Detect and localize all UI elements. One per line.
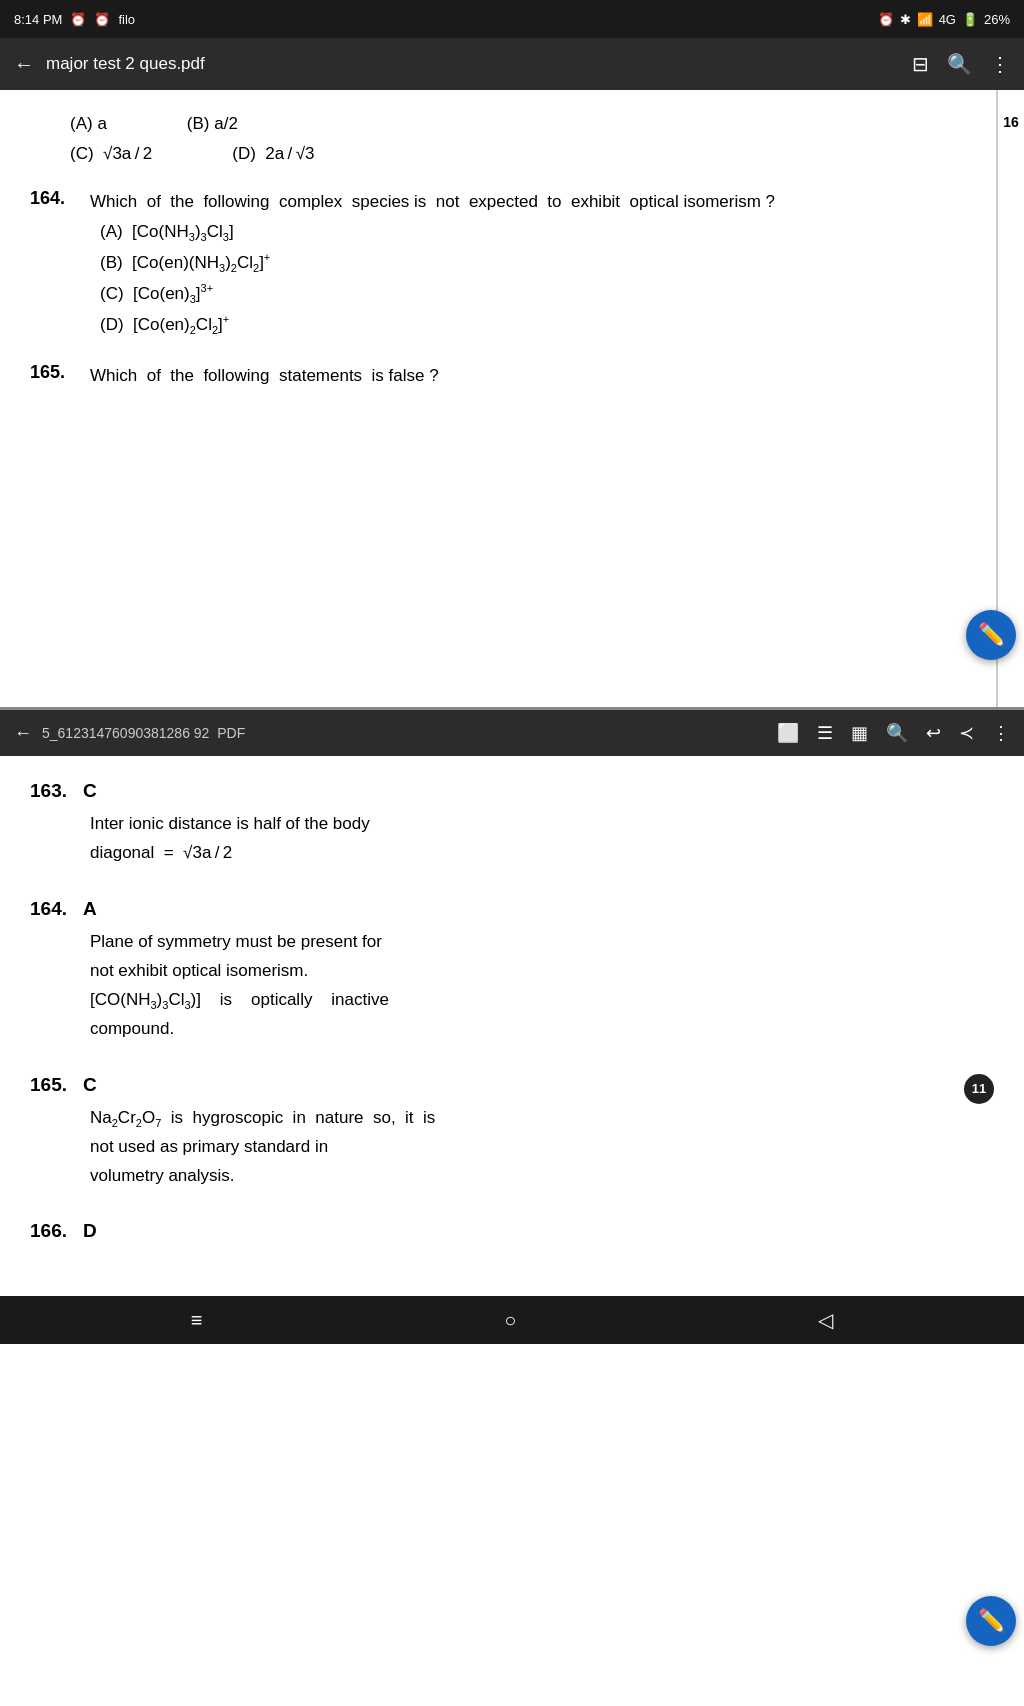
ans164-line4: compound.: [90, 1015, 994, 1044]
q164-opt-b: (B) [Co(en)(NH3)2Cl2]+: [100, 248, 775, 279]
ans163-text: Inter ionic distance is half of the body…: [90, 810, 994, 868]
android-back-button[interactable]: ◁: [818, 1308, 833, 1332]
q165-text: Which of the following statements is fal…: [90, 362, 439, 391]
android-bottom-bar: ≡ ○ ◁: [0, 1296, 1024, 1344]
q164-content: Which of the following complex species i…: [90, 188, 775, 342]
ans165-line2: not used as primary standard in: [90, 1133, 994, 1162]
bnb-icons: ⬜ ☰ ▦ 🔍 ↩ ≺ ⋮: [777, 722, 1010, 744]
bnb-back-icon[interactable]: ←: [14, 723, 32, 744]
ans164-letter: A: [83, 898, 97, 920]
bnb-layout-icon[interactable]: ▦: [851, 722, 868, 744]
answer-164: 164. A Plane of symmetry must be present…: [30, 898, 994, 1044]
grid-icon[interactable]: ⊟: [912, 52, 929, 76]
opt-a-label: (A) a: [70, 114, 107, 134]
q164-opt-d: (D) [Co(en)2Cl2]+: [100, 310, 775, 341]
ans164-line3: [CO(NH3)3Cl3)] is optically inactive: [90, 986, 994, 1015]
ans163-line2: diagonal = √3a / 2: [90, 839, 994, 868]
edit-icon-lower: ✏️: [978, 1608, 1005, 1634]
question-165: 165. Which of the following statements i…: [30, 362, 994, 391]
signal-icon: 📶: [917, 12, 933, 27]
bnb-title: 5_61231476090381286 92 PDF: [42, 725, 767, 741]
alarm2-icon: ⏰: [878, 12, 894, 27]
android-home-button[interactable]: ○: [504, 1309, 516, 1332]
bnb-search-icon[interactable]: 🔍: [886, 722, 908, 744]
q164-number: 164.: [30, 188, 90, 342]
nav-icons: ⊟ 🔍 ⋮: [912, 52, 1010, 76]
status-bar: 8:14 PM ⏰ ⏰ filo ⏰ ✱ 📶 4G 🔋 26%: [0, 0, 1024, 38]
ans164-text: Plane of symmetry must be present for no…: [90, 928, 994, 1044]
opt-d: (D) 2a / √3: [232, 144, 314, 164]
android-menu-button[interactable]: ≡: [191, 1309, 203, 1332]
ans166-letter: D: [83, 1220, 97, 1242]
bnb-undo-icon[interactable]: ↩: [926, 722, 941, 744]
answer-166: 166. D: [30, 1220, 994, 1246]
fab-edit-upper[interactable]: ✏️: [966, 610, 1016, 660]
ans164-line2: not exhibit optical isomerism.: [90, 957, 994, 986]
star-icon: ✱: [900, 12, 911, 27]
ans164-line1: Plane of symmetry must be present for: [90, 928, 994, 957]
prev-options-2: (C) √3a / 2 (D) 2a / √3: [70, 144, 994, 164]
q165-content: Which of the following statements is fal…: [90, 362, 439, 391]
answer-163: 163. C Inter ionic distance is half of t…: [30, 780, 994, 868]
back-button[interactable]: ←: [14, 53, 34, 76]
ans163-letter: C: [83, 780, 97, 802]
pdf-lower-content: 163. C Inter ionic distance is half of t…: [0, 756, 1024, 1296]
answer-165: 11 165. C Na2Cr2O7 is hygroscopic in nat…: [30, 1074, 994, 1191]
ans165-letter: C: [83, 1074, 97, 1096]
bottom-nav-bar: ← 5_61231476090381286 92 PDF ⬜ ☰ ▦ 🔍 ↩ ≺…: [0, 710, 1024, 756]
ans165-line1: Na2Cr2O7 is hygroscopic in nature so, it…: [90, 1104, 994, 1133]
clock-icon: ⏰: [70, 12, 86, 27]
opt-c: (C) √3a / 2: [70, 144, 152, 164]
ans163-header: 163. C: [30, 780, 994, 806]
top-nav-bar: ← major test 2 ques.pdf ⊟ 🔍 ⋮: [0, 38, 1024, 90]
bnb-more-icon[interactable]: ⋮: [992, 722, 1010, 744]
battery-text: 26%: [984, 12, 1010, 27]
time-display: 8:14 PM: [14, 12, 62, 27]
ans163-line1: Inter ionic distance is half of the body: [90, 810, 994, 839]
q164-opt-c: (C) [Co(en)3]3+: [100, 279, 775, 310]
ans165-header: 165. C: [30, 1074, 994, 1100]
ans165-line3: volumetry analysis.: [90, 1162, 994, 1191]
opt-b-label: (B) a/2: [187, 114, 238, 134]
q165-number: 165.: [30, 362, 90, 391]
bnb-share-icon[interactable]: ≺: [959, 722, 974, 744]
search-icon[interactable]: 🔍: [947, 52, 972, 76]
pdf-upper-content: (A) a (B) a/2 (C) √3a / 2 (D) 2a / √3 16…: [0, 90, 1024, 710]
q164-text: Which of the following complex species i…: [90, 188, 775, 217]
marker-16: 16: [1003, 114, 1019, 130]
fab-edit-lower[interactable]: ✏️: [966, 1596, 1016, 1646]
ans164-number: 164.: [30, 898, 67, 920]
battery-icon: 🔋: [962, 12, 978, 27]
ans165-text: Na2Cr2O7 is hygroscopic in nature so, it…: [90, 1104, 994, 1191]
status-right: ⏰ ✱ 📶 4G 🔋 26%: [878, 12, 1010, 27]
edit-icon-upper: ✏️: [978, 622, 1005, 648]
bnb-list-icon[interactable]: ☰: [817, 722, 833, 744]
alarm-icon: ⏰: [94, 12, 110, 27]
ans166-number: 166.: [30, 1220, 67, 1242]
question-164: 164. Which of the following complex spec…: [30, 188, 994, 342]
q164-opt-a: (A) [Co(NH3)3Cl3]: [100, 217, 775, 248]
ans166-header: 166. D: [30, 1220, 994, 1246]
pdf-title: major test 2 ques.pdf: [46, 54, 900, 74]
number-badge: 11: [964, 1074, 994, 1104]
app-name: filo: [118, 12, 135, 27]
bnb-grid-icon[interactable]: ⬜: [777, 722, 799, 744]
more-options-icon[interactable]: ⋮: [990, 52, 1010, 76]
ans163-number: 163.: [30, 780, 67, 802]
status-left: 8:14 PM ⏰ ⏰ filo: [14, 12, 135, 27]
prev-options: (A) a (B) a/2: [70, 114, 994, 134]
ans165-number: 165.: [30, 1074, 67, 1096]
signal-text: 4G: [939, 12, 956, 27]
ans164-header: 164. A: [30, 898, 994, 924]
